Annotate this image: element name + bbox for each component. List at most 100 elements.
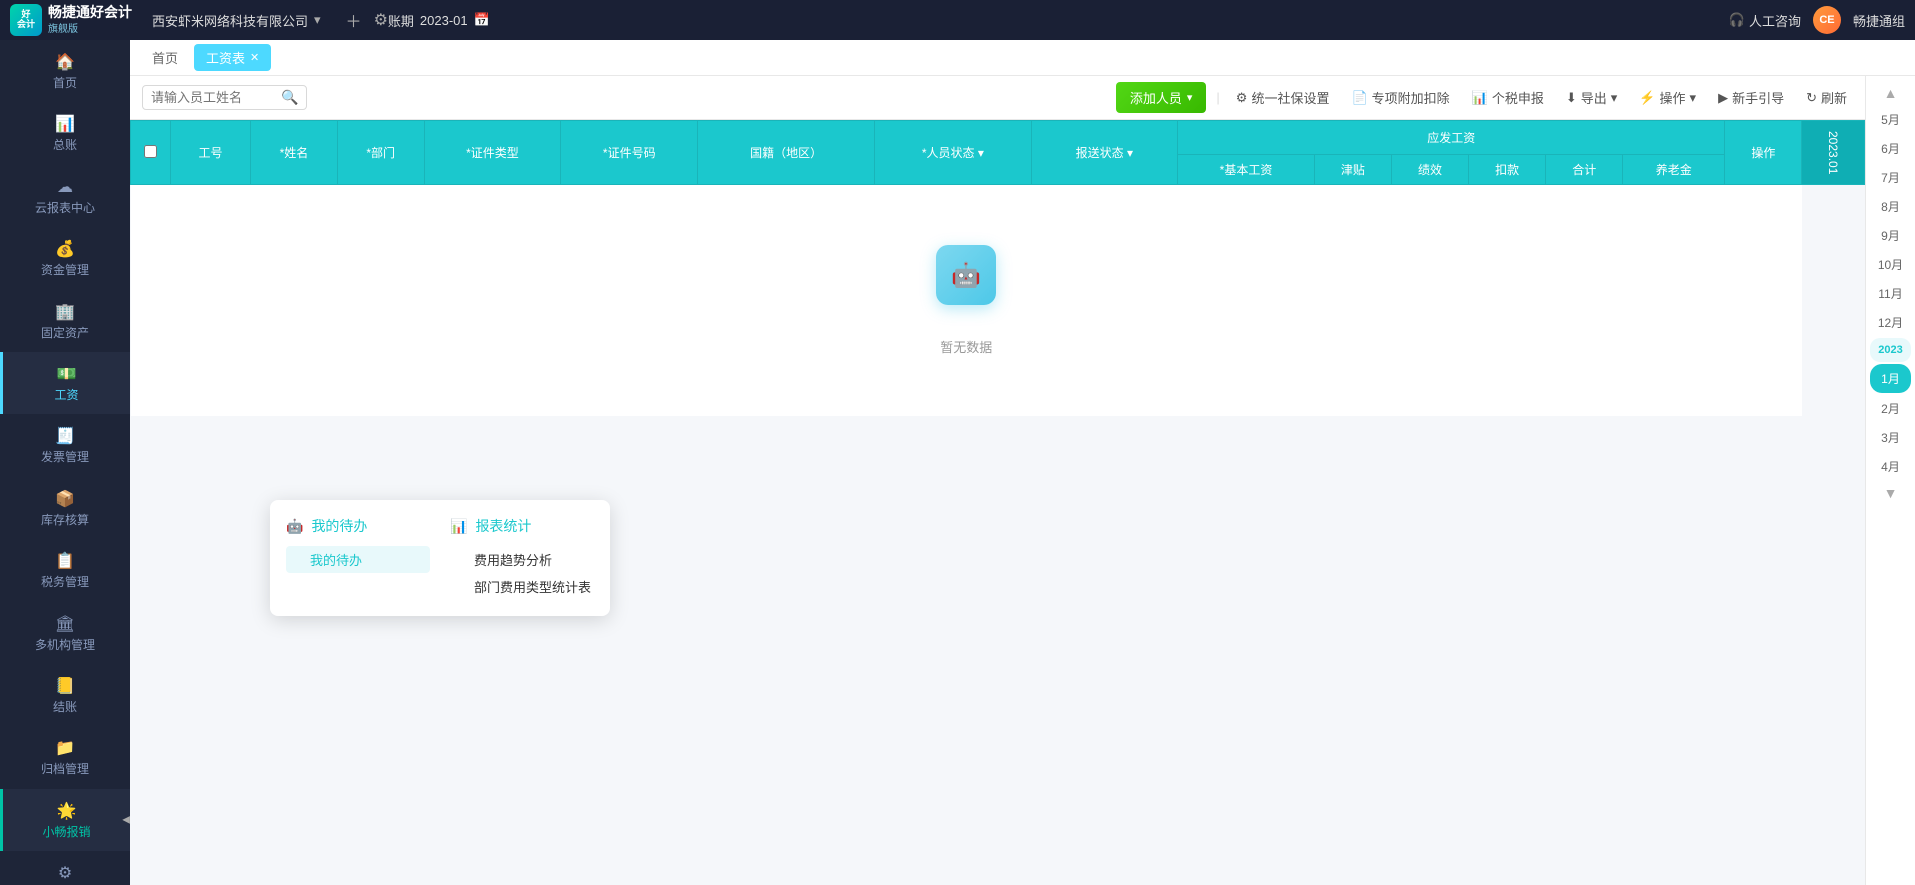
month-item-1[interactable]: 1月 — [1870, 364, 1911, 393]
popup-sub-item-dept-stats[interactable]: 部门费用类型统计表 — [450, 573, 594, 600]
tax-report-btn[interactable]: 📊 个税申报 — [1466, 84, 1550, 111]
empty-text: 暂无数据 — [940, 337, 992, 356]
empty-icon: 🤖 — [926, 245, 1006, 325]
month-item-8[interactable]: 8月 — [1866, 192, 1915, 221]
top-bar: 好会计 畅捷通好会计 旗舰版 西安虾米网络科技有限公司 ▾ ＋ ⚙ 账期 202… — [0, 0, 1915, 40]
help-button[interactable]: 🎧 人工咨询 — [1729, 11, 1801, 30]
sidebar-item-multi-org[interactable]: 🏛 多机构管理 — [0, 602, 130, 664]
month-item-10[interactable]: 10月 — [1866, 250, 1915, 279]
month-item-7[interactable]: 7月 — [1866, 163, 1915, 192]
sidebar-item-fixed-assets[interactable]: 🏢 固定资产 — [0, 290, 130, 352]
month-item-11[interactable]: 11月 — [1866, 279, 1915, 308]
sidebar-item-closing[interactable]: 📒 结账 — [0, 664, 130, 726]
archive-icon: 📁 — [55, 738, 75, 758]
user-name[interactable]: 畅捷通组 — [1853, 11, 1905, 30]
operations-btn[interactable]: ⚡ 操作 ▾ — [1633, 84, 1702, 111]
special-deduction-icon: 📄 — [1351, 90, 1367, 106]
top-actions: ＋ ⚙ — [346, 8, 388, 32]
th-total: 合计 — [1546, 155, 1623, 185]
salary-table: 工号 *姓名 *部门 *证件类型 *证件号码 国籍（地区） *人员状态 ▾ — [130, 120, 1865, 416]
th-id-type: *证件类型 — [424, 121, 561, 185]
sidebar-item-invoice[interactable]: 🧾 发票管理 — [0, 414, 130, 476]
company-selector[interactable]: 西安虾米网络科技有限公司 ▾ — [152, 11, 321, 30]
month-item-5[interactable]: 5月 — [1866, 105, 1915, 134]
sidebar: 🏠 首页 📊 总账 ☁ 云报表中心 💰 资金管理 🏢 固定资产 💵 工资 — [0, 40, 130, 885]
tax-report-label: 个税申报 — [1492, 88, 1544, 107]
month-item-12[interactable]: 12月 — [1866, 308, 1915, 337]
fixed-assets-icon: 🏢 — [55, 302, 75, 322]
export-btn[interactable]: ⬇ 导出 ▾ — [1560, 84, 1623, 111]
sidebar-item-inventory[interactable]: 📦 库存核算 — [0, 477, 130, 539]
settings-gear-icon: ⚙ — [58, 863, 72, 883]
popup-sub-item-expense-trend[interactable]: 费用趋势分析 — [450, 546, 594, 573]
th-deductions: 扣款 — [1469, 155, 1546, 185]
tab-home[interactable]: 首页 — [140, 44, 190, 71]
sidebar-item-expense[interactable]: 🌟 小畅报销 ◀ — [0, 789, 130, 851]
filter-icon[interactable]: ▾ — [978, 146, 984, 160]
sidebar-item-archive[interactable]: 📁 归档管理 — [0, 726, 130, 788]
month-item-9[interactable]: 9月 — [1866, 221, 1915, 250]
popup-sub-item-todo[interactable]: 我的待办 — [286, 546, 430, 573]
table-container: 工号 *姓名 *部门 *证件类型 *证件号码 国籍（地区） *人员状态 ▾ — [130, 120, 1865, 885]
sidebar-item-settings[interactable]: ⚙ 基础设置 — [0, 851, 130, 885]
special-deduction-btn[interactable]: 📄 专项附加扣除 — [1345, 84, 1455, 111]
export-icon: ⬇ — [1566, 90, 1577, 106]
social-insurance-btn[interactable]: ⚙ 统一社保设置 — [1230, 84, 1336, 111]
th-department: *部门 — [337, 121, 424, 185]
select-all-checkbox[interactable] — [144, 145, 157, 158]
report-filter-icon[interactable]: ▾ — [1127, 146, 1133, 160]
add-icon[interactable]: ＋ — [346, 8, 362, 32]
th-report-status: 报送状态 ▾ — [1031, 121, 1178, 185]
calendar-icon[interactable]: 📅 — [474, 12, 490, 28]
logo-text: 畅捷通好会计 — [48, 5, 132, 20]
tab-salary-table[interactable]: 工资表 ✕ — [194, 44, 271, 71]
home-icon: 🏠 — [55, 52, 75, 72]
guide-label: 新手引导 — [1732, 88, 1784, 107]
popup-col-1: 🤖 我的待办 我的待办 — [286, 516, 430, 600]
popup-section2-label: 报表统计 — [475, 516, 531, 536]
month-item-3[interactable]: 3月 — [1866, 423, 1915, 452]
empty-state: 🤖 暂无数据 — [131, 185, 1802, 416]
sidebar-item-home[interactable]: 🏠 首页 — [0, 40, 130, 102]
sidebar-item-salary[interactable]: 💵 工资 — [0, 352, 130, 414]
sidebar-label-home: 首页 — [53, 76, 77, 90]
special-deduction-label: 专项附加扣除 — [1372, 88, 1450, 107]
company-name: 西安虾米网络科技有限公司 — [152, 11, 308, 30]
sidebar-item-ledger[interactable]: 📊 总账 — [0, 102, 130, 164]
th-pension: 养老金 — [1623, 155, 1725, 185]
popup-section2-title[interactable]: 📊 报表统计 — [450, 516, 594, 536]
multi-org-icon: 🏛 — [55, 614, 75, 634]
refresh-btn[interactable]: ↻ 刷新 — [1800, 84, 1853, 111]
add-person-button[interactable]: 添加人员 ▾ — [1116, 82, 1207, 113]
ledger-icon: 📊 — [55, 114, 75, 134]
app-wrapper: 好会计 畅捷通好会计 旗舰版 西安虾米网络科技有限公司 ▾ ＋ ⚙ 账期 202… — [0, 0, 1915, 885]
tab-close-icon[interactable]: ✕ — [250, 51, 259, 64]
guide-btn[interactable]: ▶ 新手引导 — [1712, 84, 1790, 111]
month-item-6[interactable]: 6月 — [1866, 134, 1915, 163]
period-label: 账期 — [388, 11, 414, 30]
sidebar-item-fund[interactable]: 💰 资金管理 — [0, 227, 130, 289]
search-input[interactable] — [151, 90, 281, 105]
month-nav-down[interactable]: ▼ — [1880, 481, 1902, 505]
th-name: *姓名 — [251, 121, 338, 185]
sidebar-label-cloud-reports: 云报表中心 — [35, 201, 95, 215]
main-content: 🔍 添加人员 ▾ | ⚙ 统一社保设置 📄 — [130, 76, 1865, 885]
sidebar-item-cloud-reports[interactable]: ☁ 云报表中心 — [0, 165, 130, 227]
top-right: 🎧 人工咨询 CE 畅捷通组 — [1729, 6, 1905, 34]
expense-icon: 🌟 — [57, 801, 77, 821]
month-item-2[interactable]: 2月 — [1866, 394, 1915, 423]
content-area: 首页 工资表 ✕ 🔍 — [130, 40, 1915, 885]
help-label: 人工咨询 — [1749, 11, 1801, 30]
expense-trend-label: 费用趋势分析 — [474, 553, 552, 568]
th-allowance: 津贴 — [1314, 155, 1391, 185]
settings-icon[interactable]: ⚙ — [374, 10, 388, 30]
sidebar-label-fund: 资金管理 — [41, 263, 89, 277]
dropdown-arrow-icon: ▾ — [1187, 91, 1193, 104]
todo-icon: 🤖 — [286, 518, 303, 535]
month-item-4[interactable]: 4月 — [1866, 452, 1915, 481]
popup-section1-label: 我的待办 — [311, 516, 367, 536]
month-nav-up[interactable]: ▲ — [1880, 81, 1902, 105]
popup-section1-title[interactable]: 🤖 我的待办 — [286, 516, 430, 536]
social-insurance-icon: ⚙ — [1236, 90, 1248, 106]
sidebar-item-tax[interactable]: 📋 税务管理 — [0, 539, 130, 601]
